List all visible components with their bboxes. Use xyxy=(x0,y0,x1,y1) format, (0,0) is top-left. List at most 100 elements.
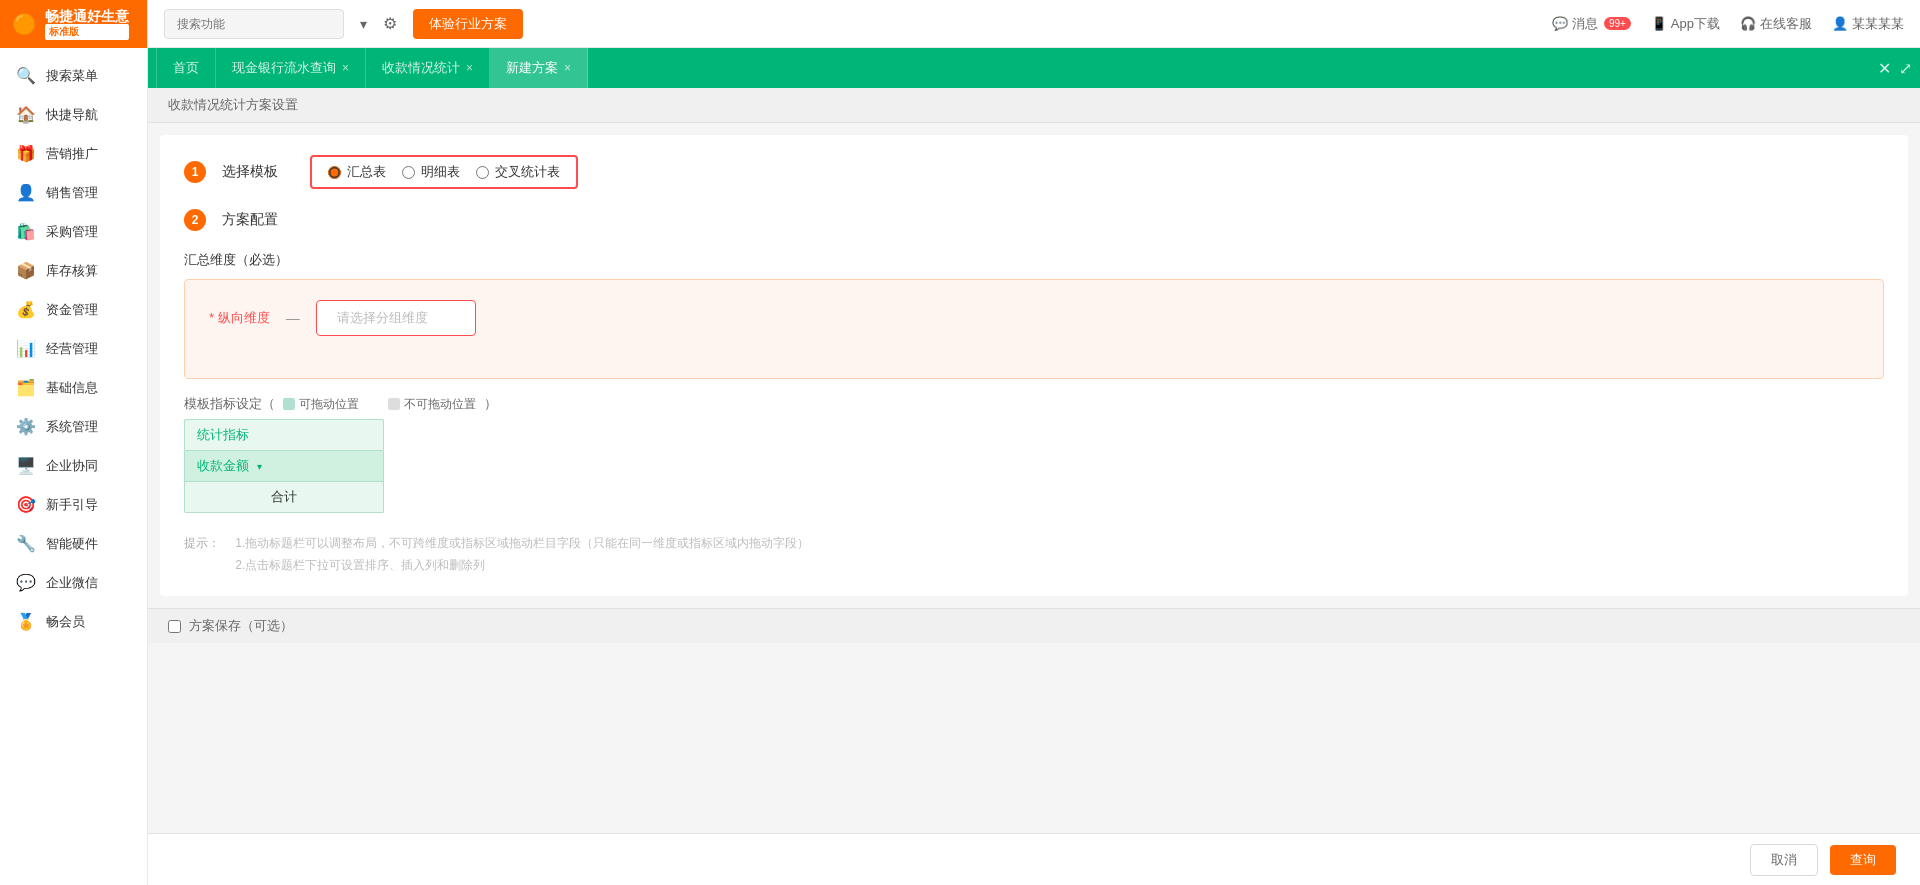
col-label: 收款金额 xyxy=(197,457,249,475)
radio-detail[interactable]: 明细表 xyxy=(402,163,460,181)
group-dim-select[interactable]: 请选择分组维度 xyxy=(316,300,476,336)
tab-close-new-plan[interactable]: × xyxy=(564,61,571,75)
indicators-total-row: 合计 xyxy=(184,482,384,513)
app-download-label: App下载 xyxy=(1671,15,1720,33)
tab-bar: 首页现金银行流水查询×收款情况统计×新建方案× ✕ ⤢ xyxy=(148,48,1920,88)
basic-info-icon: 🗂️ xyxy=(16,378,36,397)
save-option-footer: 方案保存（可选） xyxy=(148,608,1920,643)
radio-cross-input[interactable] xyxy=(476,166,489,179)
message-label: 消息 xyxy=(1572,15,1598,33)
enterprise-wechat-label: 企业微信 xyxy=(46,574,98,592)
sidebar-item-purchase[interactable]: 🛍️采购管理 xyxy=(0,212,147,251)
sidebar-item-search-menu[interactable]: 🔍搜索菜单 xyxy=(0,56,147,95)
settings-icon[interactable]: ⚙ xyxy=(383,14,397,33)
operations-label: 经营管理 xyxy=(46,340,98,358)
message-btn[interactable]: 💬 消息 99+ xyxy=(1552,15,1631,33)
sidebar: 🟠 畅捷通好生意 标准版 🔍搜索菜单🏠快捷导航🎁营销推广👤销售管理🛍️采购管理📦… xyxy=(0,0,148,885)
step1-badge: 1 xyxy=(184,161,206,183)
tips-area: 提示： 1.拖动标题栏可以调整布局，不可跨维度或指标区域拖动栏目字段（只能在同一… xyxy=(184,533,1884,576)
radio-detail-input[interactable] xyxy=(402,166,415,179)
sidebar-item-quick-nav[interactable]: 🏠快捷导航 xyxy=(0,95,147,134)
save-label: 方案保存（可选） xyxy=(189,617,293,635)
radio-cross[interactable]: 交叉统计表 xyxy=(476,163,560,181)
inventory-label: 库存核算 xyxy=(46,262,98,280)
smart-hardware-label: 智能硬件 xyxy=(46,535,98,553)
service-icon: 🎧 xyxy=(1740,16,1756,31)
tab-home[interactable]: 首页 xyxy=(156,48,216,88)
step2-badge: 2 xyxy=(184,209,206,231)
inventory-icon: 📦 xyxy=(16,261,36,280)
header-dropdown-icon[interactable]: ▾ xyxy=(360,16,367,32)
main-content: 收款情况统计方案设置 1 选择模板 汇总表 明细表 xyxy=(148,88,1920,885)
member-label: 畅会员 xyxy=(46,613,85,631)
tip2: 2.点击标题栏下拉可设置排序、插入列和删除列 xyxy=(184,555,1884,577)
industry-btn[interactable]: 体验行业方案 xyxy=(413,9,523,39)
message-badge: 99+ xyxy=(1604,17,1631,30)
close-tab-icon[interactable]: ✕ xyxy=(1878,59,1891,78)
sidebar-item-beginner[interactable]: 🎯新手引导 xyxy=(0,485,147,524)
username: 某某某某 xyxy=(1852,15,1904,33)
step2-section: 2 方案配置 汇总维度（必选） * 纵向维度 — 请选择分组维度 xyxy=(184,209,1884,576)
total-label: 合计 xyxy=(271,489,297,504)
main-area: ▾ ⚙ 体验行业方案 💬 消息 99+ 📱 App下载 🎧 在线客服 👤 某某某… xyxy=(148,0,1920,885)
tab-close-receipt-stats[interactable]: × xyxy=(466,61,473,75)
radio-summary-input[interactable] xyxy=(328,166,341,179)
enterprise-coop-label: 企业协同 xyxy=(46,457,98,475)
indicators-col-header[interactable]: 收款金额 ▾ xyxy=(184,451,384,482)
bottom-action-bar: 取消 查询 xyxy=(148,833,1920,885)
search-input[interactable] xyxy=(164,9,344,39)
sidebar-item-marketing[interactable]: 🎁营销推广 xyxy=(0,134,147,173)
operations-icon: 📊 xyxy=(16,339,36,358)
tab-new-plan[interactable]: 新建方案 × xyxy=(490,48,588,88)
vertical-dim-label: * 纵向维度 xyxy=(209,309,270,327)
finance-icon: 💰 xyxy=(16,300,36,319)
radio-detail-label: 明细表 xyxy=(421,163,460,181)
cancel-button[interactable]: 取消 xyxy=(1750,844,1818,876)
sidebar-item-inventory[interactable]: 📦 库存核算 xyxy=(0,251,147,290)
radio-summary[interactable]: 汇总表 xyxy=(328,163,386,181)
search-menu-icon: 🔍 xyxy=(16,66,36,85)
tip1-text: 1.拖动标题栏可以调整布局，不可跨维度或指标区域拖动栏目字段（只能在同一维度或指… xyxy=(235,536,809,550)
sidebar-item-enterprise-wechat[interactable]: 💬企业微信 xyxy=(0,563,147,602)
save-checkbox[interactable] xyxy=(168,620,181,633)
sidebar-item-finance[interactable]: 💰资金管理 xyxy=(0,290,147,329)
smart-hardware-icon: 🔧 xyxy=(16,534,36,553)
avatar-icon: 👤 xyxy=(1832,16,1848,31)
tab-bank-flow[interactable]: 现金银行流水查询 × xyxy=(216,48,366,88)
step2-row: 2 方案配置 xyxy=(184,209,1884,231)
quick-nav-label: 快捷导航 xyxy=(46,106,98,124)
sidebar-logo-text: 畅捷通好生意 xyxy=(45,8,129,25)
sidebar-item-basic-info[interactable]: 🗂️基础信息 xyxy=(0,368,147,407)
tab-close-bank-flow[interactable]: × xyxy=(342,61,349,75)
category-label: 统计指标 xyxy=(197,426,249,444)
indicators-label: 模板指标设定（ 可拖动位置 不可拖动位置 ） xyxy=(184,395,1884,413)
tabs-right-controls: ✕ ⤢ xyxy=(1878,59,1912,78)
tab-receipt-stats[interactable]: 收款情况统计× xyxy=(366,48,490,88)
config-area: 汇总维度（必选） * 纵向维度 — 请选择分组维度 xyxy=(184,251,1884,576)
dim-arrow: — xyxy=(286,310,300,326)
indicators-label-close: ） xyxy=(484,395,497,413)
online-service-btn[interactable]: 🎧 在线客服 xyxy=(1740,15,1812,33)
sidebar-nav: 🔍搜索菜单🏠快捷导航🎁营销推广👤销售管理🛍️采购管理 📦 库存核算 💰资金管理 📊 经营管… xyxy=(0,48,147,885)
sidebar-item-sales[interactable]: 👤销售管理 xyxy=(0,173,147,212)
enterprise-coop-icon: 🖥️ xyxy=(16,456,36,475)
sidebar-logo-icon: 🟠 xyxy=(12,12,37,36)
system-label: 系统管理 xyxy=(46,418,98,436)
sidebar-item-member[interactable]: 🏅畅会员 xyxy=(0,602,147,641)
marketing-label: 营销推广 xyxy=(46,145,98,163)
query-button[interactable]: 查询 xyxy=(1830,845,1896,875)
sidebar-item-enterprise-coop[interactable]: 🖥️ 企业协同 xyxy=(0,446,147,485)
user-avatar[interactable]: 👤 某某某某 xyxy=(1832,15,1904,33)
step2-label: 方案配置 xyxy=(222,211,278,229)
sidebar-item-system[interactable]: ⚙️系统管理 xyxy=(0,407,147,446)
sidebar-item-operations[interactable]: 📊 经营管理 xyxy=(0,329,147,368)
expand-icon[interactable]: ⤢ xyxy=(1899,59,1912,78)
download-icon: 📱 xyxy=(1651,16,1667,31)
sidebar-item-smart-hardware[interactable]: 🔧 智能硬件 xyxy=(0,524,147,563)
tab-label-new-plan: 新建方案 xyxy=(506,59,558,77)
indicators-sep xyxy=(367,395,380,413)
tip1: 提示： 1.拖动标题栏可以调整布局，不可跨维度或指标区域拖动栏目字段（只能在同一… xyxy=(184,533,1884,555)
tab-label-bank-flow: 现金银行流水查询 xyxy=(232,59,336,77)
app-download-btn[interactable]: 📱 App下载 xyxy=(1651,15,1720,33)
step1-row: 1 选择模板 汇总表 明细表 交叉统计表 xyxy=(184,155,1884,189)
